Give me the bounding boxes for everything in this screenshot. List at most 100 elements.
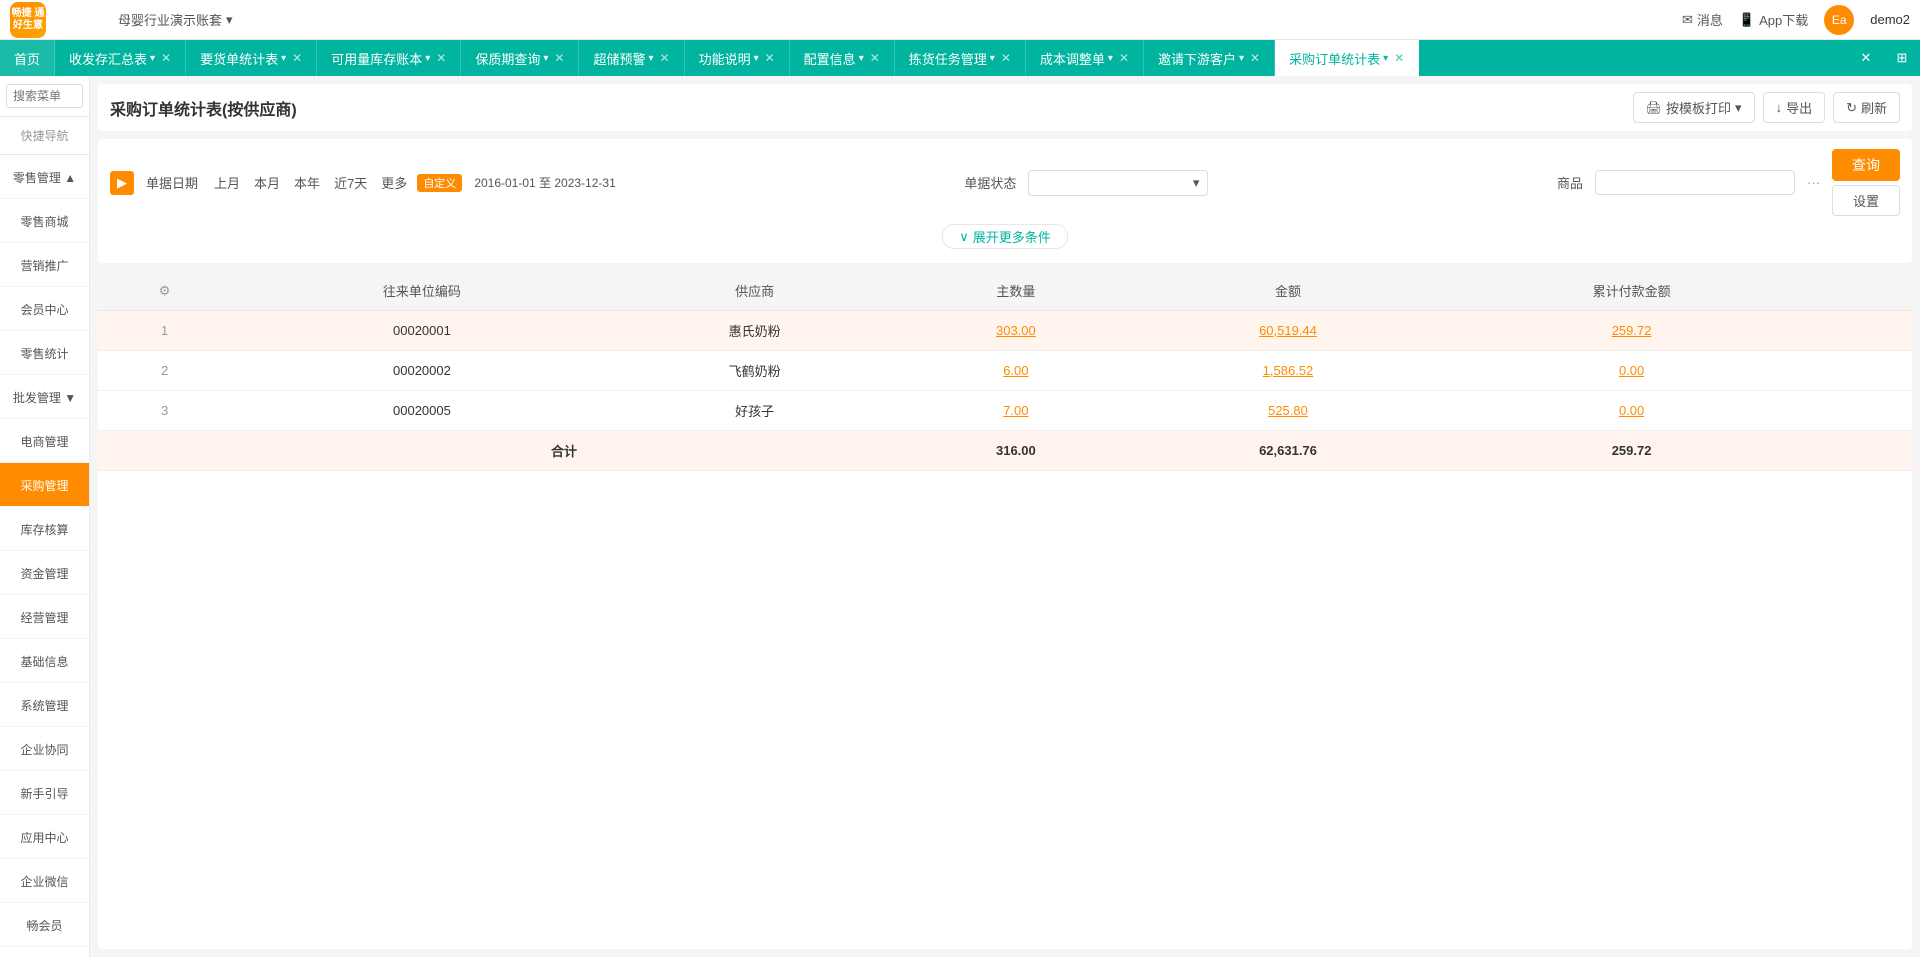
quantity-link[interactable]: 6.00	[1003, 363, 1028, 378]
amount-link[interactable]: 1,586.52	[1263, 363, 1314, 378]
tab-dropdown-icon: ▾	[990, 53, 995, 64]
sidebar-item-ecommerce[interactable]: 电商管理	[0, 419, 89, 463]
sidebar-item-retail-manage[interactable]: 零售管理 ▲	[0, 155, 89, 199]
tab-home[interactable]: 首页	[0, 40, 55, 76]
paid-link[interactable]: 259.72	[1612, 323, 1652, 338]
amount-link[interactable]: 525.80	[1268, 403, 1308, 418]
expand-icon: ∨	[959, 229, 969, 245]
cell-extra	[1822, 391, 1912, 431]
tab-inventory-book[interactable]: 可用量库存账本 ▾ ✕	[317, 40, 461, 76]
tab-close-icon[interactable]: ✕	[554, 51, 564, 65]
export-button[interactable]: ↓ 导出	[1763, 92, 1826, 123]
custom-badge[interactable]: 自定义	[417, 174, 462, 192]
filter-toggle-btn[interactable]: ▶	[110, 171, 134, 195]
workspace-arrow-icon: ▾	[226, 12, 233, 28]
sidebar-item-marketing[interactable]: 营销推广	[0, 243, 89, 287]
amount-link[interactable]: 60,519.44	[1259, 323, 1317, 338]
tab-pick-task[interactable]: 拣货任务管理 ▾ ✕	[895, 40, 1026, 76]
table-body: 1 00020001 惠氏奶粉 303.00 60,519.44 259.72 …	[98, 311, 1912, 431]
sidebar-item-enterprise-collab[interactable]: 企业协同	[0, 727, 89, 771]
tab-close-icon[interactable]: ✕	[1250, 51, 1260, 65]
footer-amount: 62,631.76	[1135, 431, 1441, 471]
app-download-btn[interactable]: 📱 App下载	[1739, 10, 1808, 29]
search-input[interactable]	[6, 84, 83, 108]
goods-filter-label: 商品	[1557, 173, 1583, 192]
sidebar-item-wholesale[interactable]: 批发管理 ▼	[0, 375, 89, 419]
tab-receive-summary-label: 收发存汇总表	[69, 49, 147, 68]
refresh-button[interactable]: ↻ 刷新	[1833, 92, 1900, 123]
sidebar-item-fund[interactable]: 资金管理	[0, 551, 89, 595]
tab-warranty[interactable]: 保质期查询 ▾ ✕	[461, 40, 579, 76]
sidebar-item-enterprise-wechat[interactable]: 企业微信	[0, 859, 89, 903]
workspace-selector[interactable]: 母婴行业演示账套 ▾	[110, 6, 241, 33]
nav-expand-btn[interactable]: ⊞	[1884, 40, 1920, 76]
message-btn[interactable]: ✉ 消息	[1682, 10, 1723, 29]
sidebar-item-member[interactable]: 会员中心	[0, 287, 89, 331]
sidebar-item-operation[interactable]: 经营管理	[0, 595, 89, 639]
more-options-icon[interactable]: ···	[1807, 175, 1820, 190]
tab-close-icon[interactable]: ✕	[870, 51, 880, 65]
tab-function-desc[interactable]: 功能说明 ▾ ✕	[685, 40, 790, 76]
tab-close-icon[interactable]: ✕	[1394, 51, 1404, 65]
tab-cost-adjust[interactable]: 成本调整单 ▾ ✕	[1026, 40, 1144, 76]
tab-close-icon[interactable]: ✕	[765, 51, 775, 65]
tab-overstock[interactable]: 超储预警 ▾ ✕	[579, 40, 684, 76]
sidebar-item-purchase[interactable]: 采购管理	[0, 463, 89, 507]
tab-close-icon[interactable]: ✕	[660, 51, 670, 65]
status-select[interactable]: ▾	[1028, 170, 1208, 196]
cell-quantity: 303.00	[897, 311, 1135, 351]
sidebar-item-new-guide[interactable]: 新手引导	[0, 771, 89, 815]
tab-overstock-label: 超储预警	[593, 49, 645, 68]
expand-conditions-btn[interactable]: ∨ 展开更多条件	[942, 224, 1068, 249]
print-button[interactable]: 🖨 按模板打印 ▾	[1633, 92, 1755, 123]
sidebar-item-system[interactable]: 系统管理	[0, 683, 89, 727]
avatar[interactable]: Ea	[1824, 5, 1854, 35]
sidebar-item-inventory[interactable]: 库存核算	[0, 507, 89, 551]
query-button[interactable]: 查询	[1832, 149, 1900, 181]
paid-link[interactable]: 0.00	[1619, 363, 1644, 378]
top-bar: 畅捷 通好生意 母婴行业演示账套 ▾ ✉ 消息 📱 App下载 Ea demo2	[0, 0, 1920, 40]
paid-link[interactable]: 0.00	[1619, 403, 1644, 418]
sidebar-item-retail-mall[interactable]: 零售商城	[0, 199, 89, 243]
tab-receive-summary[interactable]: 收发存汇总表 ▾ ✕	[55, 40, 186, 76]
tab-order-summary[interactable]: 要货单统计表 ▾ ✕	[186, 40, 317, 76]
col-extra	[1822, 271, 1912, 311]
table-row: 3 00020005 好孩子 7.00 525.80 0.00	[98, 391, 1912, 431]
quantity-link[interactable]: 303.00	[996, 323, 1036, 338]
shortcut-this-month[interactable]: 本月	[250, 171, 284, 194]
tab-close-icon[interactable]: ✕	[161, 51, 171, 65]
tab-function-desc-label: 功能说明	[699, 49, 751, 68]
sidebar-item-basic-info[interactable]: 基础信息	[0, 639, 89, 683]
sidebar-quick-nav-label[interactable]: 快捷导航	[6, 123, 83, 148]
quantity-link[interactable]: 7.00	[1003, 403, 1028, 418]
shortcut-this-year[interactable]: 本年	[290, 171, 324, 194]
tab-close-icon[interactable]: ✕	[1119, 51, 1129, 65]
user-name[interactable]: demo2	[1870, 12, 1910, 27]
tab-close-icon[interactable]: ✕	[292, 51, 302, 65]
workspace-name: 母婴行业演示账套	[118, 10, 222, 29]
tab-purchase-order-summary[interactable]: 采购订单统计表 ▾ ✕	[1275, 40, 1419, 76]
print-label: 按模板打印	[1666, 98, 1731, 117]
tab-close-icon[interactable]: ✕	[436, 51, 446, 65]
page-title: 采购订单统计表(按供应商)	[110, 96, 297, 120]
nav-close-all-btn[interactable]: ✕	[1848, 40, 1884, 76]
tab-close-icon[interactable]: ✕	[1001, 51, 1011, 65]
table-header-row: ⚙ 往来单位编码 供应商 主数量 金额 累计付款金额	[98, 271, 1912, 311]
shortcut-7days[interactable]: 近7天	[330, 171, 371, 194]
col-settings: ⚙	[98, 271, 231, 311]
goods-input[interactable]	[1595, 170, 1795, 195]
sidebar-item-retail-stats[interactable]: 零售统计	[0, 331, 89, 375]
shortcut-last-month[interactable]: 上月	[210, 171, 244, 194]
shortcut-more[interactable]: 更多	[377, 171, 411, 194]
filter-toggle-icon: ▶	[117, 175, 127, 191]
page-header: 采购订单统计表(按供应商) 🖨 按模板打印 ▾ ↓ 导出 ↻ 刷新	[98, 84, 1912, 131]
col-settings-icon[interactable]: ⚙	[159, 283, 171, 298]
tab-config[interactable]: 配置信息 ▾ ✕	[790, 40, 895, 76]
content-area: 采购订单统计表(按供应商) 🖨 按模板打印 ▾ ↓ 导出 ↻ 刷新	[90, 76, 1920, 957]
cell-paid: 0.00	[1441, 391, 1822, 431]
settings-button[interactable]: 设置	[1832, 185, 1900, 216]
tab-invite[interactable]: 邀请下游客户 ▾ ✕	[1144, 40, 1275, 76]
sidebar-item-member-club[interactable]: 畅会员	[0, 903, 89, 947]
cell-paid: 0.00	[1441, 351, 1822, 391]
sidebar-item-app-center[interactable]: 应用中心	[0, 815, 89, 859]
